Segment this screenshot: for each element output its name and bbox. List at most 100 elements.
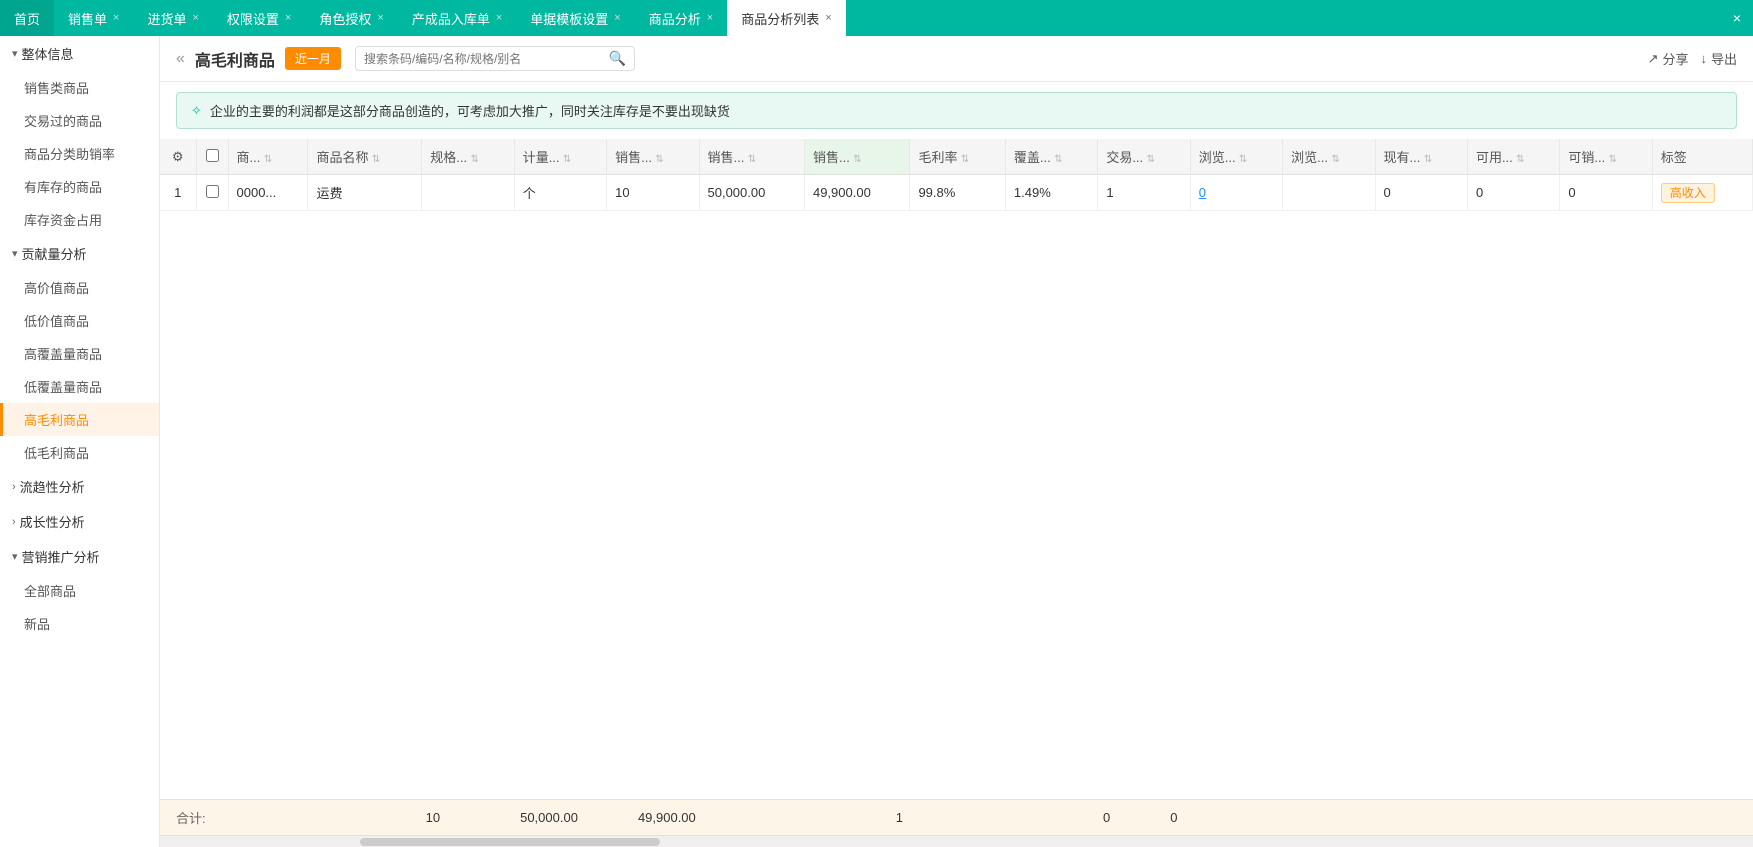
nav-home[interactable]: 首页 <box>0 0 54 36</box>
footer-transaction: 1 <box>896 810 903 825</box>
info-banner: ✧ 企业的主要的利润都是这部分商品创造的，可考虑加大推广，同时关注库存是不要出现… <box>176 92 1737 129</box>
cell-index: 1 <box>160 175 196 211</box>
row-checkbox[interactable] <box>206 185 219 198</box>
col-profit-rate[interactable]: 毛利率 ⇅ <box>910 139 1005 175</box>
nav-purchase-order[interactable]: 进货单 × <box>133 0 212 36</box>
nav-permission-settings[interactable]: 权限设置 × <box>213 0 305 36</box>
col-index: ⚙ <box>160 139 196 175</box>
col-unit[interactable]: 计量... ⇅ <box>514 139 606 175</box>
sidebar-arrow-marketing: ▾ <box>12 550 18 563</box>
col-stock[interactable]: 现有... ⇅ <box>1375 139 1467 175</box>
nav-close-template[interactable]: × <box>614 12 620 24</box>
sort-icon-browse2: ⇅ <box>1331 154 1339 165</box>
sidebar-item-stock-capital[interactable]: 库存资金占用 <box>0 203 159 236</box>
share-button[interactable]: ↗ 分享 <box>1648 49 1689 68</box>
sidebar-item-low-value[interactable]: 低价值商品 <box>0 304 159 337</box>
cell-tag: 高收入 <box>1652 175 1752 211</box>
info-icon: ✧ <box>191 103 202 119</box>
sort-icon-sellable: ⇅ <box>1609 154 1617 165</box>
window-close-icon[interactable]: × <box>1729 10 1745 26</box>
sidebar-item-low-coverage[interactable]: 低覆盖量商品 <box>0 370 159 403</box>
date-filter-button[interactable]: 近一月 <box>285 47 341 70</box>
col-name[interactable]: 商品名称 ⇅ <box>308 139 422 175</box>
sort-icon-profit: ⇅ <box>961 154 969 165</box>
sidebar-item-high-coverage[interactable]: 高覆盖量商品 <box>0 337 159 370</box>
cell-coverage: 1.49% <box>1005 175 1097 211</box>
cell-browse1[interactable]: 0 <box>1190 175 1282 211</box>
col-transaction[interactable]: 交易... ⇅ <box>1098 139 1190 175</box>
sidebar-item-low-margin[interactable]: 低毛利商品 <box>0 436 159 469</box>
footer-stock: 0 <box>1103 810 1110 825</box>
settings-icon[interactable]: ⚙ <box>172 149 184 164</box>
sidebar-arrow-trend: › <box>12 481 16 493</box>
nav-product-analysis[interactable]: 商品分析 × <box>635 0 727 36</box>
cell-stock: 0 <box>1375 175 1467 211</box>
col-sales3[interactable]: 销售... ⇅ <box>804 139 909 175</box>
col-sales2[interactable]: 销售... ⇅ <box>699 139 804 175</box>
col-browse1[interactable]: 浏览... ⇅ <box>1190 139 1282 175</box>
col-available[interactable]: 可用... ⇅ <box>1467 139 1559 175</box>
sidebar-item-high-margin[interactable]: 高毛利商品 <box>0 403 159 436</box>
sort-icon-sales2: ⇅ <box>748 154 756 165</box>
data-table: ⚙ 商... ⇅ 商品名称 ⇅ <box>160 139 1753 211</box>
nav-close-permission[interactable]: × <box>285 12 291 24</box>
nav-sales-order[interactable]: 销售单 × <box>54 0 133 36</box>
nav-close-analysis[interactable]: × <box>707 12 713 24</box>
nav-template-settings[interactable]: 单据模板设置 × <box>516 0 634 36</box>
table-row: 1 0000... 运费 个 10 50,000.00 49,900.00 99… <box>160 175 1753 211</box>
search-box: 🔍 <box>355 46 635 71</box>
export-button[interactable]: ↓ 导出 <box>1700 49 1737 68</box>
nav-role-auth[interactable]: 角色授权 × <box>305 0 397 36</box>
sidebar-item-all-goods[interactable]: 全部商品 <box>0 574 159 607</box>
col-code[interactable]: 商... ⇅ <box>228 139 308 175</box>
cell-name: 运费 <box>308 175 422 211</box>
sidebar-arrow-growth: › <box>12 516 16 528</box>
sidebar-item-sales-goods[interactable]: 销售类商品 <box>0 71 159 104</box>
sidebar-arrow-contribution: ▾ <box>12 247 18 260</box>
cell-spec <box>422 175 514 211</box>
footer-sales1: 10 <box>426 810 440 825</box>
bottom-scrollbar[interactable] <box>160 835 1753 847</box>
cell-transaction: 1 <box>1098 175 1190 211</box>
sort-icon-name: ⇅ <box>372 154 380 165</box>
nav-close-purchase[interactable]: × <box>192 12 198 24</box>
scroll-track[interactable] <box>360 838 660 846</box>
sidebar-group-growth[interactable]: › 成长性分析 <box>0 504 159 539</box>
col-browse2[interactable]: 浏览... ⇅ <box>1283 139 1375 175</box>
search-icon[interactable]: 🔍 <box>609 50 626 67</box>
sidebar-group-overall[interactable]: ▾ 整体信息 <box>0 36 159 71</box>
table-wrapper[interactable]: ⚙ 商... ⇅ 商品名称 ⇅ <box>160 139 1753 799</box>
col-sales1[interactable]: 销售... ⇅ <box>607 139 699 175</box>
sidebar-item-high-value[interactable]: 高价值商品 <box>0 271 159 304</box>
sidebar-item-category-assist[interactable]: 商品分类助销率 <box>0 137 159 170</box>
sidebar-item-new-goods[interactable]: 新品 <box>0 607 159 640</box>
sidebar-group-contribution[interactable]: ▾ 贡献量分析 <box>0 236 159 271</box>
nav-close-sales[interactable]: × <box>113 12 119 24</box>
sort-icon-transaction: ⇅ <box>1147 154 1155 165</box>
nav-close-product-stock[interactable]: × <box>496 12 502 24</box>
sidebar-item-traded-goods[interactable]: 交易过的商品 <box>0 104 159 137</box>
header-actions: ↗ 分享 ↓ 导出 <box>1648 49 1737 68</box>
content-header: « 高毛利商品 近一月 🔍 ↗ 分享 ↓ 导出 <box>160 36 1753 82</box>
sidebar-collapse-button[interactable]: « <box>176 50 185 68</box>
sidebar-group-marketing[interactable]: ▾ 营销推广分析 <box>0 539 159 574</box>
nav-product-stock[interactable]: 产成品入库单 × <box>398 0 516 36</box>
footer-available: 0 <box>1170 810 1177 825</box>
col-spec[interactable]: 规格... ⇅ <box>422 139 514 175</box>
table-header-row: ⚙ 商... ⇅ 商品名称 ⇅ <box>160 139 1753 175</box>
sidebar: ▾ 整体信息 销售类商品 交易过的商品 商品分类助销率 有库存的商品 库存资金占… <box>0 36 160 847</box>
col-sellable[interactable]: 可销... ⇅ <box>1560 139 1652 175</box>
nav-close-analysis-list[interactable]: × <box>825 12 831 24</box>
page-title: 高毛利商品 <box>195 47 275 71</box>
tag-label: 高收入 <box>1661 183 1715 203</box>
cell-code[interactable]: 0000... <box>228 175 308 211</box>
select-all-checkbox[interactable] <box>206 149 219 162</box>
sidebar-group-trend[interactable]: › 流趋性分析 <box>0 469 159 504</box>
cell-sales3: 49,900.00 <box>804 175 909 211</box>
nav-close-role[interactable]: × <box>377 12 383 24</box>
search-input[interactable] <box>364 52 609 66</box>
nav-product-analysis-list[interactable]: 商品分析列表 × <box>727 0 845 36</box>
cell-unit: 个 <box>514 175 606 211</box>
col-coverage[interactable]: 覆盖... ⇅ <box>1005 139 1097 175</box>
sidebar-item-in-stock[interactable]: 有库存的商品 <box>0 170 159 203</box>
